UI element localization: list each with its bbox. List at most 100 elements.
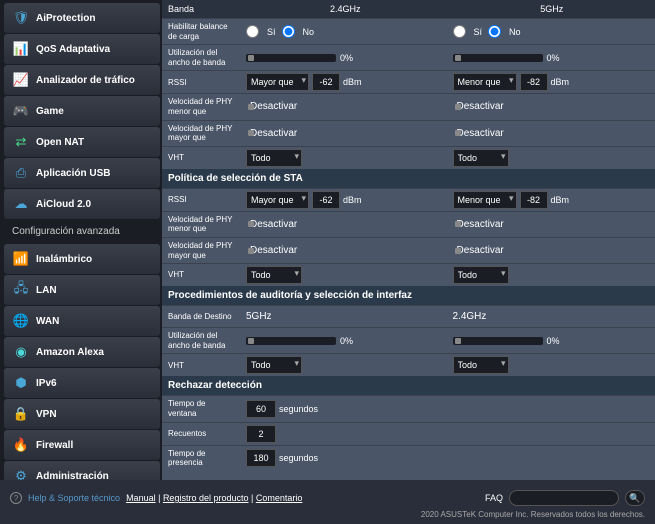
search-input[interactable] <box>509 490 619 506</box>
rssi2-sel-5[interactable]: Menor que <box>453 191 517 209</box>
manual-link[interactable]: Manual <box>126 493 156 503</box>
counts-input[interactable] <box>246 425 276 443</box>
footer-links: Manual | Registro del producto | Comenta… <box>126 493 302 503</box>
balance-24-radio[interactable]: SíNo <box>246 25 314 38</box>
vht2-sel-5[interactable]: Todo <box>453 266 509 284</box>
wifi-icon: 📶 <box>12 250 30 268</box>
window-input[interactable] <box>246 400 276 418</box>
nav-label: QoS Adaptativa <box>36 44 110 55</box>
nav-firewall[interactable]: 🔥Firewall <box>4 430 160 460</box>
bw-pct: 0% <box>547 336 560 346</box>
sta-policy-header: Política de selección de STA <box>162 169 655 188</box>
sidebar: 🛡AiProtection 📊QoS Adaptativa 📈Analizado… <box>0 0 162 480</box>
window-time-label: Tiempo de ventana <box>162 396 242 421</box>
phy-greater-label2: Velocidad de PHY mayor que <box>162 238 242 263</box>
main-panel: Banda 2.4GHz 5GHz Habilitar balance de c… <box>162 0 655 480</box>
gear-icon: ⚙ <box>12 467 30 480</box>
nav-aicloud[interactable]: ☁ AiCloud 2.0 <box>4 189 160 219</box>
band-label: Banda <box>162 0 242 18</box>
rssi-sel-5[interactable]: Menor que <box>453 73 517 91</box>
nav-vpn[interactable]: 🔒VPN <box>4 399 160 429</box>
nav-ipv6[interactable]: ⬢ IPv6 <box>4 368 160 398</box>
balance-5-radio[interactable]: SíNo <box>453 25 521 38</box>
phy-less-label2: Velocidad de PHY menor que <box>162 212 242 237</box>
rssi-sel-24[interactable]: Mayor que <box>246 73 309 91</box>
nav-qos[interactable]: 📊QoS Adaptativa <box>4 34 160 64</box>
vht3-sel-24[interactable]: Todo <box>246 356 302 374</box>
vht-sel-5[interactable]: Todo <box>453 149 509 167</box>
radio-no[interactable] <box>488 25 501 38</box>
nav-label: Inalámbrico <box>36 254 92 265</box>
phy-greater-label: Velocidad de PHY mayor que <box>162 121 242 146</box>
search-button[interactable]: 🔍 <box>625 490 645 506</box>
bw2-slider-24[interactable] <box>246 337 336 345</box>
nav-label: LAN <box>36 285 57 296</box>
fire-icon: 🔥 <box>12 436 30 454</box>
vht-sel-24[interactable]: Todo <box>246 149 302 167</box>
nav-label: AiCloud 2.0 <box>36 199 91 210</box>
nav-label: Amazon Alexa <box>36 347 104 358</box>
audit-header: Procedimientos de auditoría y selección … <box>162 286 655 305</box>
deact-text: Desactivar <box>250 219 297 230</box>
deact-text: Desactivar <box>457 245 504 256</box>
nav-label: Administración <box>36 471 109 481</box>
nav-wireless[interactable]: 📶 Inalámbrico <box>4 244 160 274</box>
usb-icon: ⎙ <box>12 164 30 182</box>
ipv6-icon: ⬢ <box>12 374 30 392</box>
bw2-slider-5[interactable] <box>453 337 543 345</box>
alexa-icon: ◉ <box>12 343 30 361</box>
bw-pct: 0% <box>340 53 353 63</box>
nav-label: Analizador de tráfico <box>36 75 135 86</box>
counts-label: Recuentos <box>162 426 242 442</box>
registro-link[interactable]: Registro del producto <box>163 493 249 503</box>
nav-label: WAN <box>36 316 59 327</box>
help-link[interactable]: Help & Soporte técnico <box>28 493 120 503</box>
nav-wan[interactable]: 🌐 WAN <box>4 306 160 336</box>
radio-si[interactable] <box>453 25 466 38</box>
band-5: 5GHz <box>449 0 655 18</box>
radio-si[interactable] <box>246 25 259 38</box>
footer: ? Help & Soporte técnico Manual | Regist… <box>0 485 655 524</box>
phy-less-label: Velocidad de PHY menor que <box>162 94 242 119</box>
vht-label2: VHT <box>162 267 242 283</box>
deact-text: Desactivar <box>457 128 504 139</box>
nav-game[interactable]: 🎮Game <box>4 96 160 126</box>
bw-pct: 0% <box>547 53 560 63</box>
vpn-icon: 🔒 <box>12 405 30 423</box>
vht3-sel-5[interactable]: Todo <box>453 356 509 374</box>
bw-slider-24[interactable] <box>246 54 336 62</box>
advanced-title: Configuración avanzada <box>2 220 162 243</box>
help-icon[interactable]: ? <box>10 492 22 504</box>
vht-label: VHT <box>162 150 242 166</box>
rssi2-inp-5[interactable] <box>520 191 548 209</box>
nav-opennat[interactable]: ⇄ Open NAT <box>4 127 160 157</box>
nav-lan[interactable]: 🖧LAN <box>4 275 160 305</box>
shield-icon: 🛡 <box>12 9 30 27</box>
comentario-link[interactable]: Comentario <box>256 493 303 503</box>
nat-icon: ⇄ <box>12 133 30 151</box>
bw-slider-5[interactable] <box>453 54 543 62</box>
nav-alexa[interactable]: ◉ Amazon Alexa <box>4 337 160 367</box>
dest-band-label: Banda de Destino <box>162 309 242 325</box>
radio-no[interactable] <box>282 25 295 38</box>
rssi-inp-5[interactable] <box>520 73 548 91</box>
rssi2-inp-24[interactable] <box>312 191 340 209</box>
band-24: 2.4GHz <box>242 0 449 18</box>
bw-util-label2: Utilización del ancho de banda <box>162 328 242 353</box>
vht2-sel-24[interactable]: Todo <box>246 266 302 284</box>
rssi-inp-24[interactable] <box>312 73 340 91</box>
nav-traffic[interactable]: 📈Analizador de tráfico <box>4 65 160 95</box>
rssi2-sel-24[interactable]: Mayor que <box>246 191 309 209</box>
nav-admin[interactable]: ⚙ Administración <box>4 461 160 480</box>
cloud-icon: ☁ <box>12 195 30 213</box>
nav-label: IPv6 <box>36 378 57 389</box>
bw-util-label: Utilización del ancho de banda <box>162 45 242 70</box>
presence-input[interactable] <box>246 449 276 467</box>
faq-link[interactable]: FAQ <box>485 493 503 503</box>
globe-icon: 🌐 <box>12 312 30 330</box>
vht-label3: VHT <box>162 358 242 374</box>
nav-label: Open NAT <box>36 137 84 148</box>
nav-aiprotection[interactable]: 🛡AiProtection <box>4 3 160 33</box>
deact-text: Desactivar <box>250 245 297 256</box>
nav-usb[interactable]: ⎙Aplicación USB <box>4 158 160 188</box>
